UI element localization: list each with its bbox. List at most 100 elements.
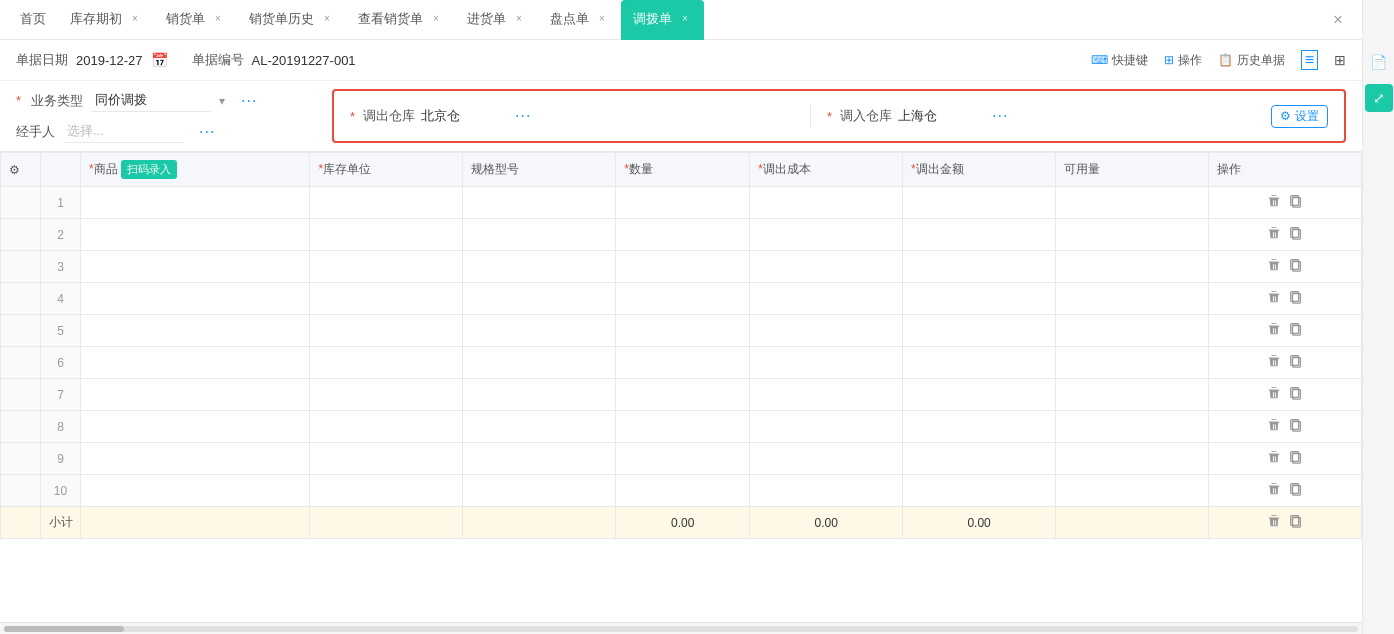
qty-cell[interactable] xyxy=(616,283,750,315)
tab-transfer[interactable]: 调拨单 × xyxy=(621,0,704,40)
available-cell[interactable] xyxy=(1056,475,1209,507)
copy-row-button[interactable] xyxy=(1289,354,1303,371)
view-toggle-list[interactable]: ≡ xyxy=(1301,50,1318,70)
amount-cell[interactable] xyxy=(903,315,1056,347)
available-cell[interactable] xyxy=(1056,507,1209,539)
unit-cell[interactable] xyxy=(310,475,463,507)
business-type-more-btn[interactable]: ··· xyxy=(241,92,257,110)
cost-cell[interactable] xyxy=(750,379,903,411)
view-toggle-grid[interactable]: ⊞ xyxy=(1334,52,1346,68)
transfer-out-value[interactable]: 北京仓 xyxy=(421,107,501,125)
delete-row-button[interactable] xyxy=(1267,514,1281,531)
history-btn[interactable]: 📋 历史单据 xyxy=(1218,52,1285,69)
cost-cell[interactable] xyxy=(750,475,903,507)
spec-cell[interactable] xyxy=(463,475,616,507)
unit-cell[interactable] xyxy=(310,187,463,219)
qty-cell[interactable] xyxy=(616,475,750,507)
tab-inventory-init[interactable]: 库存期初 × xyxy=(58,0,154,40)
scrollbar-thumb[interactable] xyxy=(4,626,124,632)
delete-row-button[interactable] xyxy=(1267,386,1281,403)
tab-stocktake[interactable]: 盘点单 × xyxy=(538,0,621,40)
qty-cell[interactable] xyxy=(616,411,750,443)
tab-home[interactable]: 首页 xyxy=(8,0,58,40)
th-gear[interactable]: ⚙ xyxy=(1,153,41,187)
calendar-icon[interactable]: 📅 xyxy=(151,52,168,68)
tab-purchase-close[interactable]: × xyxy=(512,12,526,26)
unit-cell[interactable] xyxy=(310,315,463,347)
qty-cell[interactable] xyxy=(616,251,750,283)
spec-cell[interactable] xyxy=(463,411,616,443)
available-cell[interactable] xyxy=(1056,219,1209,251)
amount-cell[interactable] xyxy=(903,187,1056,219)
product-cell[interactable] xyxy=(81,443,310,475)
operation-btn[interactable]: ⊞ 操作 xyxy=(1164,52,1202,69)
available-cell[interactable] xyxy=(1056,411,1209,443)
cost-cell[interactable] xyxy=(750,411,903,443)
cost-cell[interactable] xyxy=(750,219,903,251)
setting-button[interactable]: ⚙ 设置 xyxy=(1271,105,1328,128)
transfer-in-value[interactable]: 上海仓 xyxy=(898,107,978,125)
spec-cell[interactable] xyxy=(463,315,616,347)
tab-view-sales[interactable]: 查看销货单 × xyxy=(346,0,455,40)
product-cell[interactable] xyxy=(81,283,310,315)
unit-cell[interactable] xyxy=(310,347,463,379)
spec-cell[interactable] xyxy=(463,219,616,251)
delete-row-button[interactable] xyxy=(1267,290,1281,307)
transfer-in-more-btn[interactable]: ··· xyxy=(992,107,1008,125)
amount-cell[interactable] xyxy=(903,475,1056,507)
delete-row-button[interactable] xyxy=(1267,322,1281,339)
delete-row-button[interactable] xyxy=(1267,482,1281,499)
spec-cell[interactable] xyxy=(463,379,616,411)
qty-cell[interactable] xyxy=(616,379,750,411)
copy-row-button[interactable] xyxy=(1289,386,1303,403)
unit-cell[interactable] xyxy=(310,507,463,539)
cost-cell[interactable] xyxy=(750,443,903,475)
product-cell[interactable] xyxy=(81,347,310,379)
unit-cell[interactable] xyxy=(310,443,463,475)
available-cell[interactable] xyxy=(1056,379,1209,411)
cost-cell[interactable] xyxy=(750,283,903,315)
tab-stocktake-close[interactable]: × xyxy=(595,12,609,26)
spec-cell[interactable] xyxy=(463,283,616,315)
amount-cell[interactable] xyxy=(903,443,1056,475)
cost-cell[interactable]: 0.00 xyxy=(750,507,903,539)
product-cell[interactable] xyxy=(81,315,310,347)
copy-row-button[interactable] xyxy=(1289,514,1303,531)
product-cell[interactable] xyxy=(81,411,310,443)
amount-cell[interactable] xyxy=(903,411,1056,443)
product-cell[interactable] xyxy=(81,379,310,411)
delete-row-button[interactable] xyxy=(1267,194,1281,211)
amount-cell[interactable] xyxy=(903,251,1056,283)
scan-button[interactable]: 扫码录入 xyxy=(121,160,177,179)
available-cell[interactable] xyxy=(1056,347,1209,379)
tab-view-sales-close[interactable]: × xyxy=(429,12,443,26)
cost-cell[interactable] xyxy=(750,347,903,379)
tab-transfer-close[interactable]: × xyxy=(678,12,692,26)
copy-row-button[interactable] xyxy=(1289,322,1303,339)
scrollbar-track[interactable] xyxy=(4,626,1358,632)
product-cell[interactable] xyxy=(81,219,310,251)
product-cell[interactable] xyxy=(81,187,310,219)
cost-cell[interactable] xyxy=(750,315,903,347)
qty-cell[interactable] xyxy=(616,347,750,379)
unit-cell[interactable] xyxy=(310,219,463,251)
unit-cell[interactable] xyxy=(310,411,463,443)
delete-row-button[interactable] xyxy=(1267,418,1281,435)
copy-row-button[interactable] xyxy=(1289,258,1303,275)
available-cell[interactable] xyxy=(1056,187,1209,219)
handler-more-btn[interactable]: ··· xyxy=(199,123,215,141)
delete-row-button[interactable] xyxy=(1267,450,1281,467)
transfer-out-more-btn[interactable]: ··· xyxy=(515,107,531,125)
delete-row-button[interactable] xyxy=(1267,354,1281,371)
available-cell[interactable] xyxy=(1056,283,1209,315)
product-cell[interactable] xyxy=(81,251,310,283)
product-cell[interactable] xyxy=(81,507,310,539)
available-cell[interactable] xyxy=(1056,251,1209,283)
business-type-dropdown-icon[interactable]: ▾ xyxy=(219,94,225,108)
shortcut-btn[interactable]: ⌨ 快捷键 xyxy=(1091,52,1148,69)
unit-cell[interactable] xyxy=(310,251,463,283)
qty-cell[interactable] xyxy=(616,219,750,251)
tab-purchase[interactable]: 进货单 × xyxy=(455,0,538,40)
copy-row-button[interactable] xyxy=(1289,450,1303,467)
copy-row-button[interactable] xyxy=(1289,482,1303,499)
